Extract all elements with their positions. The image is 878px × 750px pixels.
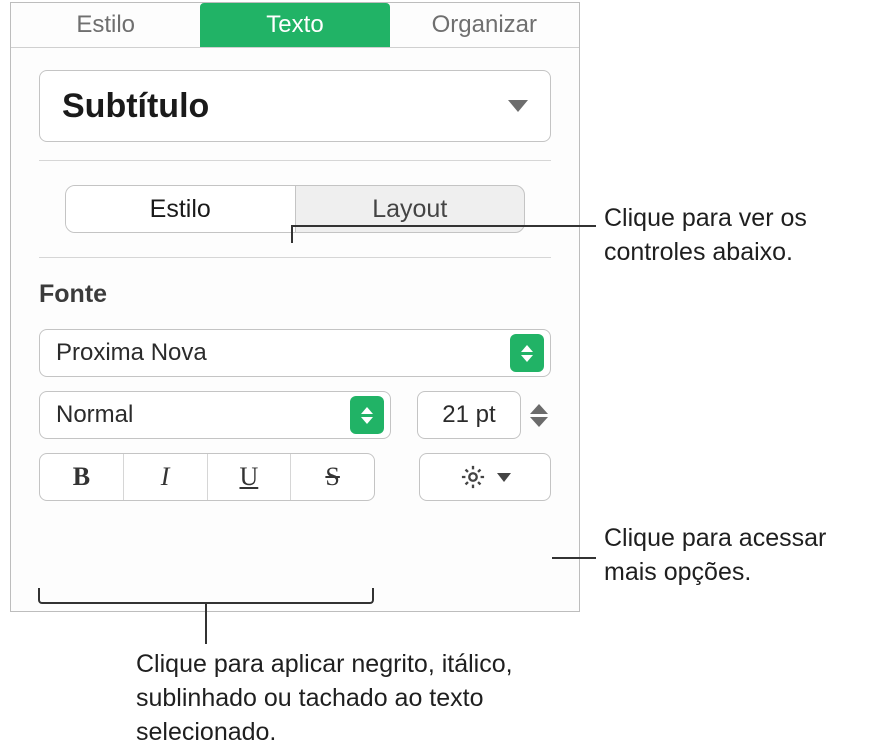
chevron-down-icon xyxy=(497,473,511,482)
callout-bius: Clique para aplicar negrito, itálico, su… xyxy=(136,648,516,749)
callout-line xyxy=(291,225,293,243)
top-tabs: Estilo Texto Organizar xyxy=(11,3,579,48)
tab-organizar[interactable]: Organizar xyxy=(390,3,579,47)
font-weight-size-row: Normal 21 pt xyxy=(39,391,551,439)
font-family-value: Proxima Nova xyxy=(56,339,207,367)
callout-segmented: Clique para ver os controles abaixo. xyxy=(604,202,864,270)
font-size-stepper xyxy=(527,391,551,439)
bold-button[interactable]: B xyxy=(40,454,124,500)
segment-estilo[interactable]: Estilo xyxy=(66,186,296,232)
font-weight-select[interactable]: Normal xyxy=(39,391,391,439)
advanced-options-button[interactable] xyxy=(419,453,551,501)
callout-line xyxy=(552,557,596,559)
callout-more-options: Clique para acessar mais opções. xyxy=(604,522,874,590)
tab-texto[interactable]: Texto xyxy=(200,3,389,47)
tab-estilo[interactable]: Estilo xyxy=(11,3,200,47)
format-row: B I U S xyxy=(39,453,551,501)
chevron-down-icon xyxy=(508,100,528,112)
font-section-label: Fonte xyxy=(39,280,551,309)
dropdown-stepper-icon xyxy=(350,396,384,434)
italic-button[interactable]: I xyxy=(124,454,208,500)
paragraph-style-dropdown[interactable]: Subtítulo xyxy=(39,70,551,142)
strikethrough-button[interactable]: S xyxy=(291,454,374,500)
underline-button[interactable]: U xyxy=(208,454,292,500)
callout-line xyxy=(205,604,207,644)
font-weight-value: Normal xyxy=(56,401,133,429)
paragraph-style-label: Subtítulo xyxy=(62,87,209,126)
font-size-group: 21 pt xyxy=(417,391,551,439)
paragraph-style-row: Subtítulo xyxy=(11,48,579,160)
gear-icon xyxy=(459,463,487,491)
format-inspector-panel: Estilo Texto Organizar Subtítulo Estilo … xyxy=(10,2,580,612)
segmented-wrap: Estilo Layout xyxy=(11,161,579,257)
font-size-field[interactable]: 21 pt xyxy=(417,391,521,439)
callout-bracket xyxy=(38,588,374,604)
font-family-select[interactable]: Proxima Nova xyxy=(39,329,551,377)
font-size-step-up[interactable] xyxy=(530,404,548,414)
font-size-step-down[interactable] xyxy=(530,417,548,427)
callout-line xyxy=(291,225,596,227)
font-section: Fonte Proxima Nova Normal 21 pt xyxy=(11,258,579,501)
dropdown-stepper-icon xyxy=(510,334,544,372)
text-style-group: B I U S xyxy=(39,453,375,501)
